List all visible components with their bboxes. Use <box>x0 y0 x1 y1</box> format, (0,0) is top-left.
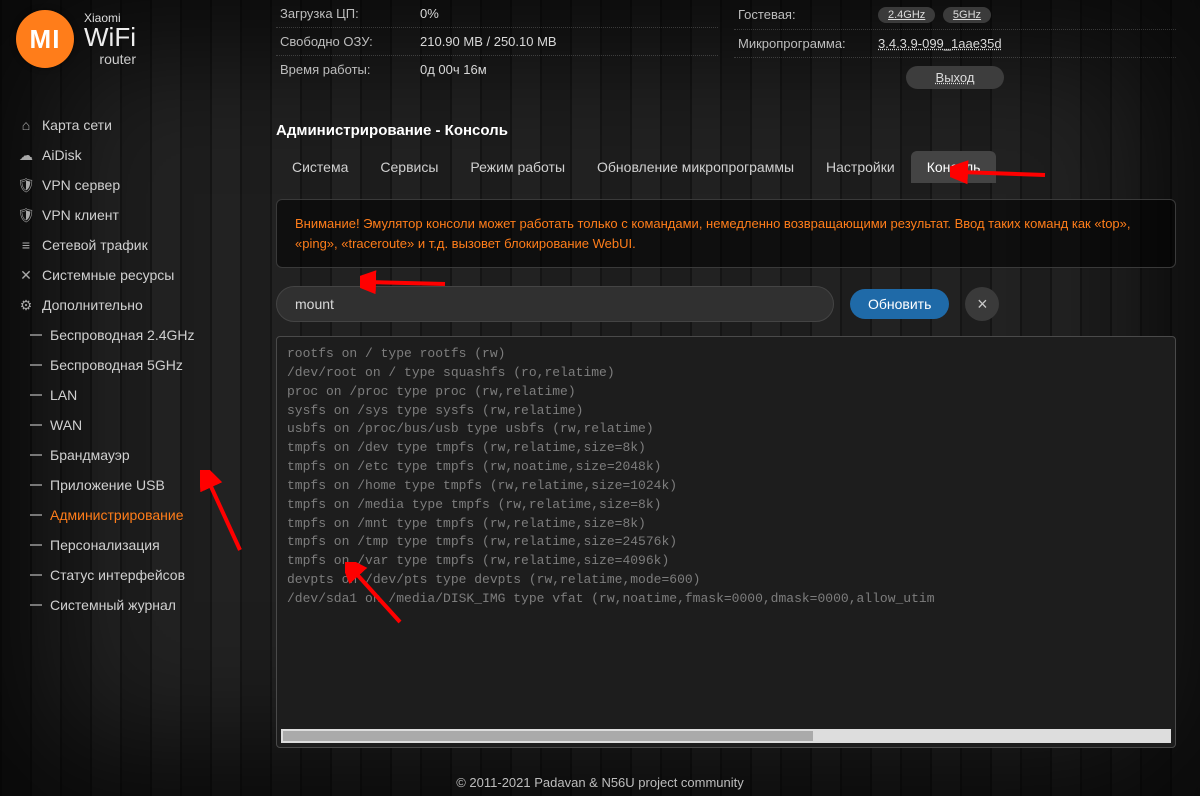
firmware-label: Микропрограмма: <box>738 36 878 51</box>
nav-subitem[interactable]: Беспроводная 2.4GHz <box>8 320 250 350</box>
command-input[interactable] <box>276 286 834 322</box>
tab-консоль[interactable]: Консоль <box>911 151 997 183</box>
nav-label: Системный журнал <box>50 597 176 613</box>
brand-logo: MI Xiaomi WiFi router <box>8 0 250 74</box>
nav-item[interactable]: ⌂ Карта сети <box>8 110 250 140</box>
nav-item[interactable]: ✕ Системные ресурсы <box>8 260 250 290</box>
stat-value: 210.90 MB / 250.10 MB <box>420 34 557 49</box>
tab-настройки[interactable]: Настройки <box>810 151 911 183</box>
nav-item[interactable]: 🛡 VPN клиент <box>8 200 250 230</box>
nav-label: Администрирование <box>50 507 184 523</box>
guest-badges: 2.4GHz 5GHz <box>878 6 995 23</box>
nav-label: WAN <box>50 417 82 433</box>
status-bar: Загрузка ЦП:0%Свободно ОЗУ:210.90 MB / 2… <box>276 0 1176 89</box>
bars-icon: ≡ <box>18 237 34 253</box>
nav-subitem[interactable]: Персонализация <box>8 530 250 560</box>
nav-item[interactable]: ⚙ Дополнительно <box>8 290 250 320</box>
tab-обновление-микропрограммы[interactable]: Обновление микропрограммы <box>581 151 810 183</box>
brand-line2: WiFi <box>84 24 136 51</box>
nav: ⌂ Карта сети ☁ AiDisk 🛡 VPN сервер 🛡 VPN клиент… <box>8 110 250 620</box>
stat-key: Свободно ОЗУ: <box>280 34 420 49</box>
sidebar: MI Xiaomi WiFi router ⌂ Карта сети ☁ AiDisk… <box>8 0 250 620</box>
h-scrollbar[interactable] <box>281 729 1171 743</box>
stat-row: Время работы:0д 00ч 16м <box>276 56 718 83</box>
stat-row: Свободно ОЗУ:210.90 MB / 250.10 MB <box>276 28 718 56</box>
brand-line3: router <box>84 52 136 67</box>
stat-value: 0д 00ч 16м <box>420 62 487 77</box>
tab-система[interactable]: Система <box>276 151 364 183</box>
nav-label: Сетевой трафик <box>42 237 148 253</box>
footer: © 2011-2021 Padavan & N56U project commu… <box>0 775 1200 790</box>
nav-label: Статус интерфейсов <box>50 567 185 583</box>
stats-right: Гостевая: 2.4GHz 5GHz Микропрограмма: 3.… <box>734 0 1176 89</box>
guest-label: Гостевая: <box>738 7 878 22</box>
gear-icon: ⚙ <box>18 297 34 313</box>
nav-label: VPN сервер <box>42 177 120 193</box>
stats-left: Загрузка ЦП:0%Свободно ОЗУ:210.90 MB / 2… <box>276 0 718 89</box>
nav-subitem[interactable]: Приложение USB <box>8 470 250 500</box>
nav-item[interactable]: ☁ AiDisk <box>8 140 250 170</box>
tab-сервисы[interactable]: Сервисы <box>364 151 454 183</box>
cross-icon: ✕ <box>18 267 34 283</box>
console-output[interactable]: rootfs on / type rootfs (rw) /dev/root o… <box>276 336 1176 748</box>
nav-label: Персонализация <box>50 537 160 553</box>
nav-subitem[interactable]: Беспроводная 5GHz <box>8 350 250 380</box>
nav-label: LAN <box>50 387 77 403</box>
nav-label: VPN клиент <box>42 207 119 223</box>
h-scrollbar-thumb[interactable] <box>283 731 813 741</box>
nav-subitem[interactable]: Статус интерфейсов <box>8 560 250 590</box>
nav-label: Брандмауэр <box>50 447 130 463</box>
shield-icon: 🛡 <box>18 177 34 193</box>
nav-label: Беспроводная 5GHz <box>50 357 183 373</box>
page-title: Администрирование - Консоль <box>276 122 1176 139</box>
stat-value: 0% <box>420 6 439 21</box>
nav-subitem[interactable]: Брандмауэр <box>8 440 250 470</box>
home-icon: ⌂ <box>18 117 34 133</box>
badge-5ghz[interactable]: 5GHz <box>943 7 991 23</box>
stat-key: Загрузка ЦП: <box>280 6 420 21</box>
console-warning: Внимание! Эмулятор консоли может работат… <box>276 199 1176 268</box>
nav-item[interactable]: ≡ Сетевой трафик <box>8 230 250 260</box>
firmware-row: Микропрограмма: 3.4.3.9-099_1aae35d <box>734 30 1176 58</box>
console-text: rootfs on / type rootfs (rw) /dev/root o… <box>277 337 1175 617</box>
stat-key: Время работы: <box>280 62 420 77</box>
command-row: Обновить × <box>276 286 1176 322</box>
brand-text: Xiaomi WiFi router <box>84 12 136 67</box>
tab-bar: СистемаСервисыРежим работыОбновление мик… <box>276 151 1176 183</box>
nav-subitem[interactable]: WAN <box>8 410 250 440</box>
refresh-button[interactable]: Обновить <box>850 289 949 319</box>
shield-icon: 🛡 <box>18 207 34 223</box>
tab-режим-работы[interactable]: Режим работы <box>454 151 581 183</box>
clear-button[interactable]: × <box>965 287 999 321</box>
nav-subitem[interactable]: LAN <box>8 380 250 410</box>
main-panel: Администрирование - Консоль СистемаСерви… <box>276 122 1176 748</box>
nav-label: Приложение USB <box>50 477 165 493</box>
nav-label: Карта сети <box>42 117 112 133</box>
mi-logo-icon: MI <box>16 10 74 68</box>
cloud-icon: ☁ <box>18 147 34 163</box>
stat-row: Загрузка ЦП:0% <box>276 0 718 28</box>
nav-label: Дополнительно <box>42 297 143 313</box>
nav-subitem[interactable]: Администрирование <box>8 500 250 530</box>
nav-label: Беспроводная 2.4GHz <box>50 327 195 343</box>
nav-subitem[interactable]: Системный журнал <box>8 590 250 620</box>
nav-item[interactable]: 🛡 VPN сервер <box>8 170 250 200</box>
firmware-link[interactable]: 3.4.3.9-099_1aae35d <box>878 36 1002 51</box>
guest-row: Гостевая: 2.4GHz 5GHz <box>734 0 1176 30</box>
nav-label: AiDisk <box>42 147 82 163</box>
logout-button[interactable]: Выход <box>906 66 1005 89</box>
nav-label: Системные ресурсы <box>42 267 174 283</box>
badge-24ghz[interactable]: 2.4GHz <box>878 7 935 23</box>
